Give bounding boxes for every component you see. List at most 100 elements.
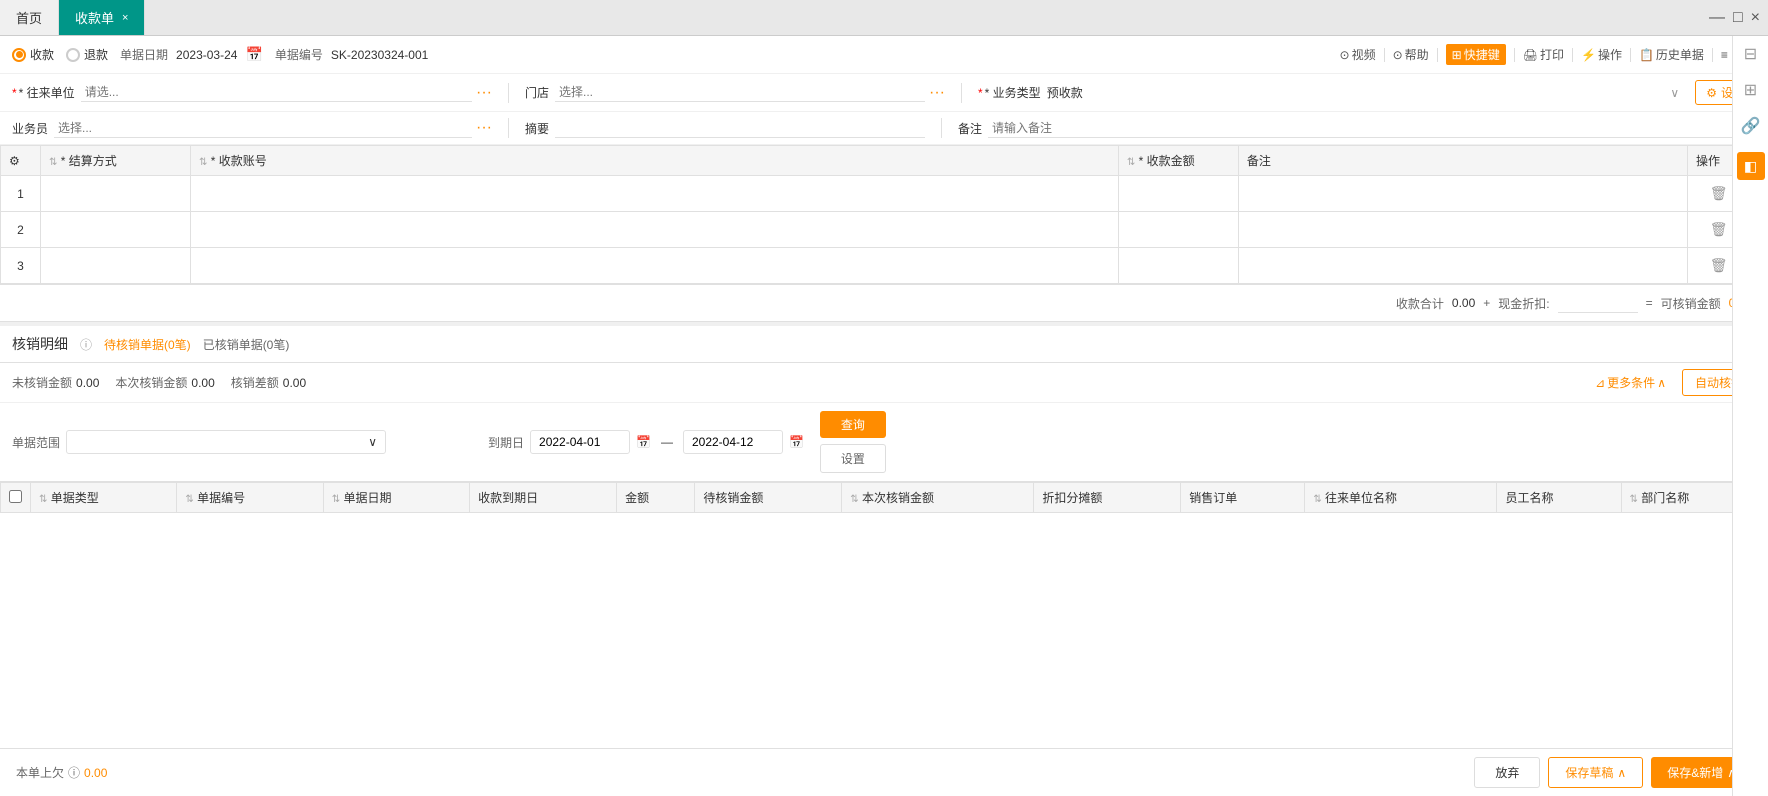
row1-num: 1 — [1, 176, 41, 212]
remarks-input[interactable] — [988, 119, 1756, 138]
row3-account[interactable] — [191, 248, 1119, 284]
date-from-input[interactable] — [530, 430, 630, 454]
history-link[interactable]: 📋 历史单据 — [1639, 46, 1704, 63]
salesman-field: 业务员 ··· — [12, 119, 492, 138]
counterpart-ellipsis[interactable]: ··· — [476, 84, 492, 102]
th-jiesuan: ⇅ * 结算方式 — [41, 146, 191, 176]
verifiable-label: 可核销金额 — [1661, 295, 1721, 312]
th-checkbox[interactable] — [1, 483, 31, 513]
save-new-label: 保存&新增 — [1667, 764, 1723, 781]
row3-jiesuan[interactable] — [41, 248, 191, 284]
row2-jiesuan[interactable] — [41, 212, 191, 248]
unverified-stat: 未核销金额 0.00 — [12, 374, 99, 391]
more-conditions-label: 更多条件 — [1607, 374, 1655, 391]
date-to-icon[interactable]: 📅 — [789, 435, 804, 449]
row1-amount[interactable] — [1118, 176, 1238, 212]
sidebar-link-icon[interactable]: 🔗 — [1741, 116, 1761, 136]
verif-table: ⇅ 单据类型 ⇅ 单据编号 ⇅ 单据日期 收款到期日 — [0, 482, 1768, 513]
close-icon[interactable]: × — [1751, 9, 1760, 27]
th-note-label: 备注 — [1247, 154, 1271, 168]
th-amount: ⇅ * 收款金额 — [1118, 146, 1238, 176]
th-discount: 折扣分摊额 — [1034, 483, 1181, 513]
row2-amount[interactable] — [1118, 212, 1238, 248]
sidebar-list-icon[interactable]: ⊞ — [1744, 80, 1757, 100]
toolbar-actions: ⊙ 视频 ⊙ 帮助 ⊞ 快捷键 🖨 打印 ⚡ 操作 📋 历史单据 ≡ ⊞ — [1340, 44, 1757, 65]
divider6 — [1712, 48, 1713, 62]
discount-input[interactable] — [1558, 293, 1638, 313]
row1-jiesuan[interactable] — [41, 176, 191, 212]
abandon-button[interactable]: 放弃 — [1474, 757, 1540, 788]
salesman-input[interactable] — [54, 119, 472, 138]
current-limit-info-icon[interactable]: ⓘ — [68, 764, 80, 781]
sidebar-table-icon[interactable]: ⊟ — [1744, 44, 1757, 64]
radio-refund-dot[interactable] — [66, 48, 80, 62]
salesman-label: 业务员 — [12, 120, 48, 137]
th-note: 备注 — [1238, 146, 1687, 176]
diff-value: 0.00 — [283, 376, 306, 390]
th-doc-type: ⇅ 单据类型 — [31, 483, 177, 513]
query-button[interactable]: 查询 — [820, 411, 886, 438]
th-counterpart-label: 往来单位名称 — [1325, 491, 1397, 505]
divider5 — [1630, 48, 1631, 62]
radio-refund[interactable]: 退款 — [66, 46, 108, 63]
gear-icon: ⚙ — [1706, 86, 1717, 100]
radio-receipt[interactable]: 收款 — [12, 46, 54, 63]
restore-icon[interactable]: □ — [1733, 9, 1743, 27]
th-settings[interactable]: ⚙ — [1, 146, 41, 176]
biz-type-dropdown[interactable]: ∨ — [1670, 86, 1679, 100]
th-due-date: 收款到期日 — [470, 483, 617, 513]
verif-info-icon[interactable]: ⓘ — [80, 336, 92, 353]
save-draft-dropdown-icon[interactable]: ∧ — [1617, 766, 1626, 780]
store-input[interactable] — [555, 83, 925, 102]
store-label: 门店 — [525, 84, 549, 101]
row2-account[interactable] — [191, 212, 1119, 248]
sidebar-expand-icon[interactable]: ◧ — [1737, 152, 1765, 180]
row2-delete-icon[interactable]: 🗑 — [1710, 221, 1728, 238]
row1-account[interactable] — [191, 176, 1119, 212]
doc-number-label: 单据编号 — [275, 46, 323, 63]
print-link[interactable]: 🖨 打印 — [1523, 46, 1564, 63]
th-due-date-label: 收款到期日 — [478, 491, 538, 505]
range-select[interactable]: ∨ — [66, 430, 386, 454]
tab-close-icon[interactable]: × — [122, 12, 128, 24]
date-from-icon[interactable]: 📅 — [636, 435, 651, 449]
settings-button2[interactable]: 设置 — [820, 444, 886, 473]
radio-refund-label: 退款 — [84, 46, 108, 63]
select-all-checkbox[interactable] — [9, 490, 22, 503]
th-current-verif-amount-label: 本次核销金额 — [862, 491, 934, 505]
tab-home[interactable]: 首页 — [0, 0, 59, 35]
more-conditions-btn[interactable]: ⊿ 更多条件 ∧ — [1595, 374, 1666, 391]
save-draft-button[interactable]: 保存草稿 ∧ — [1548, 757, 1643, 788]
done-tab[interactable]: 已核销单据(0笔) — [203, 336, 290, 353]
summary-field: 摘要 — [525, 119, 925, 138]
layout1-icon[interactable]: ≡ — [1721, 48, 1728, 62]
biz-type-value: 预收款 — [1047, 84, 1671, 101]
radio-receipt-label: 收款 — [30, 46, 54, 63]
pending-tab[interactable]: 待核销单据(0笔) — [104, 336, 191, 353]
operation-link[interactable]: ⚡ 操作 — [1581, 46, 1622, 63]
summary-input[interactable] — [555, 119, 925, 138]
current-limit-value: 0.00 — [84, 766, 107, 780]
row3-delete-icon[interactable]: 🗑 — [1710, 257, 1728, 274]
row3-note[interactable] — [1238, 248, 1687, 284]
row1-delete-icon[interactable]: 🗑 — [1710, 185, 1728, 202]
help-link[interactable]: ⊙ 帮助 — [1393, 46, 1429, 63]
row3-num: 3 — [1, 248, 41, 284]
minimize-icon[interactable]: — — [1709, 9, 1725, 27]
collection-total-value: 0.00 — [1452, 296, 1475, 310]
table-row: 2 🗑 ⊕ — [1, 212, 1768, 248]
row1-note[interactable] — [1238, 176, 1687, 212]
video-link[interactable]: ⊙ 视频 — [1340, 46, 1376, 63]
date-to-input[interactable] — [683, 430, 783, 454]
radio-receipt-dot[interactable] — [12, 48, 26, 62]
row2-note[interactable] — [1238, 212, 1687, 248]
sep2 — [961, 83, 962, 103]
row3-amount[interactable] — [1118, 248, 1238, 284]
counterpart-input[interactable] — [81, 83, 472, 102]
shortcut-link[interactable]: ⊞ 快捷键 — [1446, 44, 1506, 65]
th-doc-number: ⇅ 单据编号 — [177, 483, 323, 513]
salesman-ellipsis[interactable]: ··· — [476, 119, 492, 137]
date-picker-icon[interactable]: 📅 — [245, 46, 262, 63]
store-ellipsis[interactable]: ··· — [929, 84, 945, 102]
tab-receipt[interactable]: 收款单 × — [59, 0, 145, 35]
